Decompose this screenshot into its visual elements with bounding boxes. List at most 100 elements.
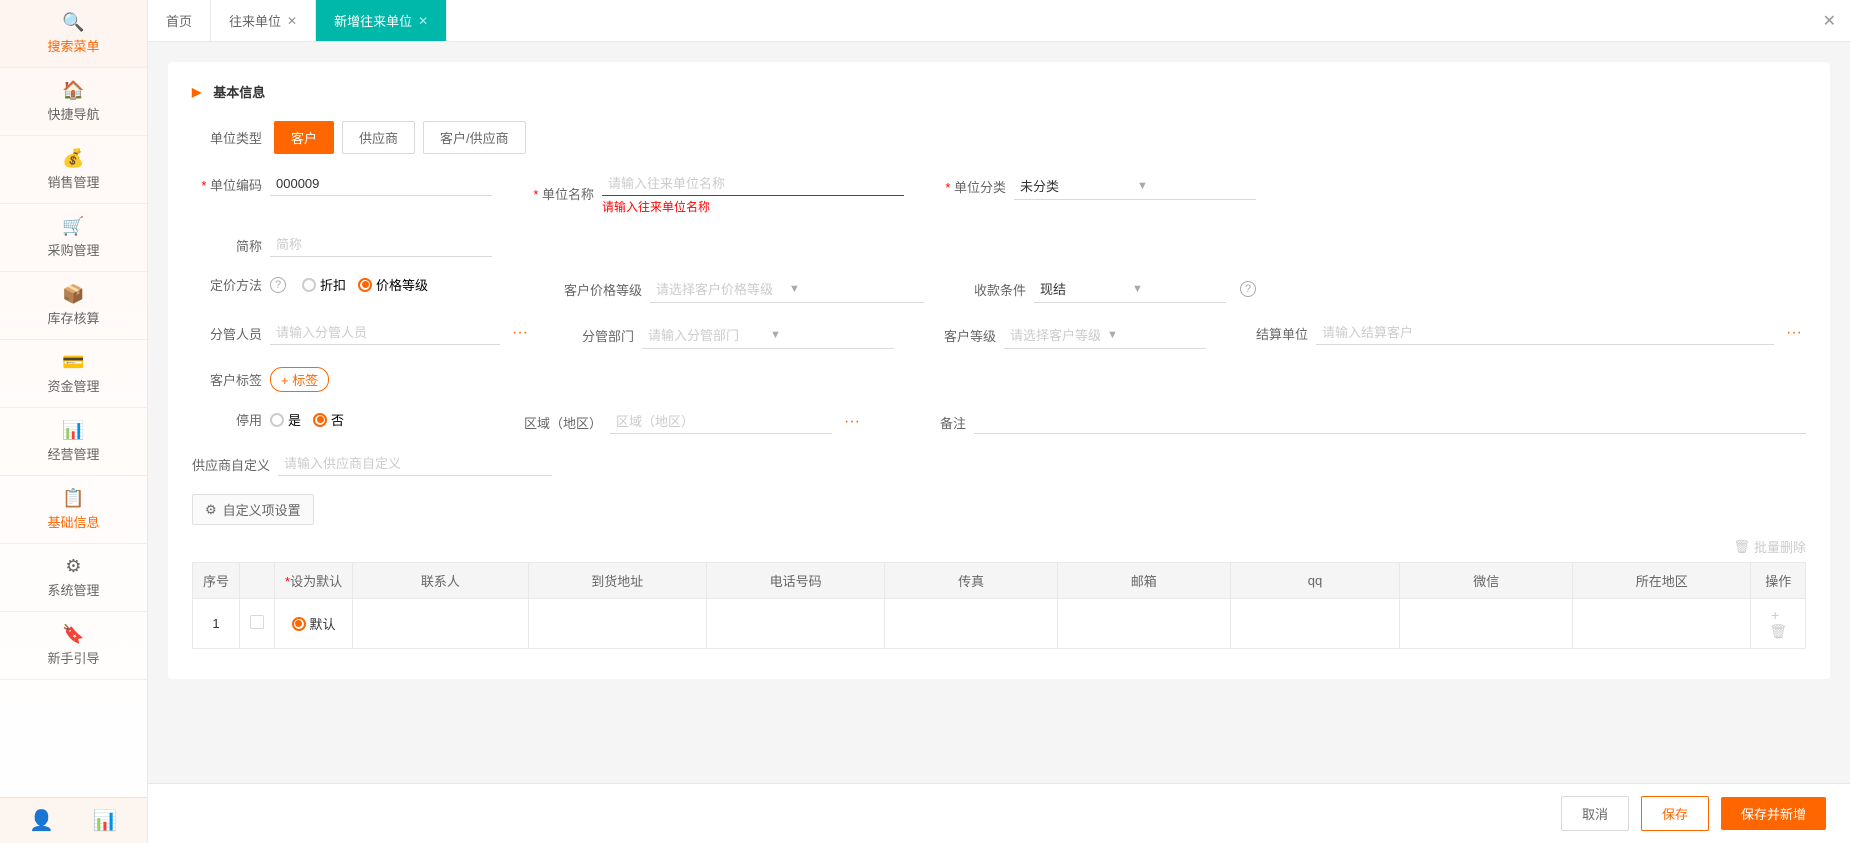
sidebar-item-label: 采购管理 [47, 240, 99, 259]
cell-default: 默认 [275, 599, 353, 649]
section-title: ▶ 基本信息 [192, 82, 1806, 101]
region-input[interactable] [610, 410, 832, 434]
cancel-button[interactable]: 取消 [1561, 796, 1629, 831]
pricing-radio-discount[interactable]: 折扣 [302, 275, 346, 294]
unit-name-input[interactable] [602, 172, 904, 196]
cell-check [240, 599, 275, 649]
pricing-help-icon[interactable]: ? [270, 277, 286, 293]
customer-level-select[interactable]: 请选择客户等级 ▼ [1004, 321, 1206, 349]
unit-code-input[interactable] [270, 172, 492, 196]
save-button[interactable]: 保存 [1641, 796, 1709, 831]
contact-input[interactable] [363, 612, 517, 635]
payment-terms-arrow: ▼ [1132, 283, 1220, 295]
unit-category-field: 单位分类 未分类 ▼ [936, 172, 1256, 200]
settlement-label: 结算单位 [1238, 324, 1308, 343]
finance-icon: 💳 [62, 352, 84, 373]
dept-select[interactable]: 请输入分管部门 ▼ [642, 321, 894, 349]
cell-email[interactable] [1057, 599, 1230, 649]
address-input[interactable] [539, 612, 696, 635]
sidebar-item-guide[interactable]: 🔖 新手引导 [0, 612, 147, 680]
tab-home-label: 首页 [166, 11, 192, 30]
email-input[interactable] [1068, 612, 1220, 635]
fax-input[interactable] [895, 612, 1047, 635]
unit-type-group: 客户 供应商 客户/供应商 [274, 121, 526, 154]
wechat-input[interactable] [1410, 612, 1562, 635]
unit-type-both[interactable]: 客户/供应商 [423, 121, 526, 154]
cell-fax[interactable] [885, 599, 1058, 649]
payment-terms-select[interactable]: 现结 ▼ [1034, 275, 1226, 303]
sidebar-item-finance[interactable]: 💳 资金管理 [0, 340, 147, 408]
sidebar-item-label: 销售管理 [47, 172, 99, 191]
unit-type-customer[interactable]: 客户 [274, 121, 334, 154]
manager-row: 分管人员 ··· 分管部门 请输入分管部门 ▼ 客户等级 请选择客户等级 [192, 321, 1806, 349]
settlement-more-icon[interactable]: ··· [1782, 324, 1806, 342]
cell-wechat[interactable] [1400, 599, 1573, 649]
sidebar-item-search[interactable]: 🔍 搜索菜单 [0, 0, 147, 68]
payment-terms-value: 现结 [1040, 279, 1128, 298]
supplier-custom-input[interactable] [278, 452, 552, 476]
unit-type-supplier[interactable]: 供应商 [342, 121, 415, 154]
tab-partners[interactable]: 往来单位 ✕ [211, 0, 316, 41]
content-area: ▶ 基本信息 单位类型 客户 供应商 客户/供应商 单位编码 [148, 42, 1850, 783]
qq-input[interactable] [1241, 612, 1390, 635]
cell-phone[interactable] [706, 599, 884, 649]
payment-help-icon[interactable]: ? [1240, 281, 1256, 297]
delete-row-icon[interactable]: 🗑 [1769, 623, 1787, 639]
pricing-field: 定价方法 ? 折扣 价格等级 [192, 275, 532, 294]
remark-input[interactable] [974, 410, 1806, 434]
customer-price-placeholder: 请选择客户价格等级 [656, 279, 785, 298]
phone-input[interactable] [717, 612, 874, 635]
sidebar-item-system[interactable]: ⚙ 系统管理 [0, 544, 147, 612]
close-all-button[interactable]: ✕ [1809, 0, 1850, 41]
sidebar-item-sales[interactable]: 💰 销售管理 [0, 136, 147, 204]
default-radio[interactable]: 默认 [285, 614, 342, 633]
tab-bar: 首页 往来单位 ✕ 新增往来单位 ✕ ✕ [148, 0, 1850, 42]
sidebar-item-operations[interactable]: 📊 经营管理 [0, 408, 147, 476]
sidebar-item-inventory[interactable]: 📦 库存核算 [0, 272, 147, 340]
basic-icon: 📋 [62, 488, 84, 509]
custom-settings-label: 自定义项设置 [223, 500, 301, 519]
col-wechat: 微信 [1400, 563, 1573, 599]
settlement-input[interactable] [1316, 321, 1774, 345]
bottom-bar: 取消 保存 保存并新增 [148, 783, 1850, 843]
sidebar-bottom-icon1[interactable]: 👤 [29, 808, 54, 833]
sidebar-item-label: 搜索菜单 [47, 36, 99, 55]
sidebar-item-basic[interactable]: 📋 基础信息 [0, 476, 147, 544]
save-new-button[interactable]: 保存并新增 [1721, 797, 1826, 830]
pricing-label: 定价方法 [192, 275, 262, 294]
batch-delete-label[interactable]: 批量删除 [1754, 537, 1806, 556]
disabled-no[interactable]: 否 [313, 410, 344, 429]
region-table-input[interactable] [1583, 612, 1740, 635]
customer-price-select[interactable]: 请选择客户价格等级 ▼ [650, 275, 924, 303]
customer-price-label: 客户价格等级 [564, 280, 642, 299]
cell-qq[interactable] [1230, 599, 1400, 649]
manager-input[interactable] [270, 321, 500, 345]
tab-new-partner[interactable]: 新增往来单位 ✕ [316, 0, 447, 41]
customer-level-placeholder: 请选择客户等级 [1010, 325, 1103, 344]
row-checkbox[interactable] [250, 615, 264, 629]
pricing-radio-level[interactable]: 价格等级 [358, 275, 428, 294]
sidebar-item-quicknav[interactable]: 🏠 快捷导航 [0, 68, 147, 136]
pricing-radio-group: 折扣 价格等级 [302, 275, 428, 294]
code-name-category-row: 单位编码 单位名称 请输入往来单位名称 单位分类 未分类 ▼ [192, 172, 1806, 215]
sidebar-item-purchase[interactable]: 🛒 采购管理 [0, 204, 147, 272]
tab-partners-close[interactable]: ✕ [287, 14, 297, 28]
disabled-yes[interactable]: 是 [270, 410, 301, 429]
default-radio-circle [292, 617, 306, 631]
tab-partners-label: 往来单位 [229, 11, 281, 30]
cell-region[interactable] [1573, 599, 1751, 649]
tab-home[interactable]: 首页 [148, 0, 211, 41]
search-icon: 🔍 [62, 12, 84, 33]
manager-more-icon[interactable]: ··· [508, 324, 532, 342]
sidebar-bottom-icon2[interactable]: 📊 [93, 808, 118, 833]
add-row-icon[interactable]: + [1771, 607, 1779, 623]
cell-contact[interactable] [353, 599, 528, 649]
short-name-input[interactable] [270, 233, 492, 257]
tab-new-partner-label: 新增往来单位 [334, 11, 412, 30]
custom-settings-button[interactable]: ⚙ 自定义项设置 [192, 494, 314, 525]
tab-new-partner-close[interactable]: ✕ [418, 14, 428, 28]
tags-add-button[interactable]: + 标签 [270, 367, 329, 392]
region-more-icon[interactable]: ··· [840, 413, 864, 431]
unit-category-select[interactable]: 未分类 ▼ [1014, 172, 1256, 200]
cell-address[interactable] [528, 599, 706, 649]
